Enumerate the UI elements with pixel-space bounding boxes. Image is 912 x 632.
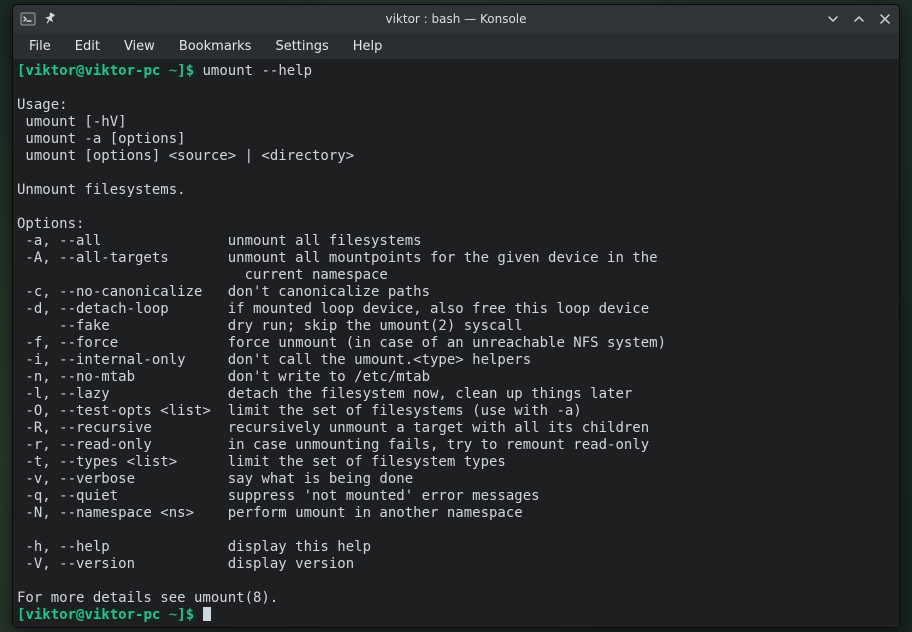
close-button[interactable] (877, 11, 893, 27)
command-output: Usage: umount [-hV] umount -a [options] … (17, 97, 666, 606)
menu-view[interactable]: View (112, 36, 167, 57)
prompt-sigil-2: $ (186, 607, 194, 623)
window-title: viktor : bash — Konsole (13, 12, 899, 26)
prompt-cwd-2: ~ (169, 607, 177, 623)
menu-bookmarks[interactable]: Bookmarks (167, 36, 264, 57)
maximize-button[interactable] (851, 11, 867, 27)
pin-icon[interactable] (43, 12, 57, 26)
command-text: umount --help (203, 63, 313, 79)
prompt-user: viktor (25, 63, 76, 79)
app-terminal-icon (19, 10, 37, 28)
prompt-user-2: viktor (25, 607, 76, 623)
prompt-sep (160, 63, 168, 79)
menu-file[interactable]: File (17, 36, 63, 57)
cursor (203, 607, 211, 621)
prompt-host-2: viktor-pc (84, 607, 160, 623)
prompt-sep-2 (160, 607, 168, 623)
titlebar: viktor : bash — Konsole (13, 5, 899, 33)
prompt-close-bracket: ] (177, 63, 185, 79)
minimize-button[interactable] (825, 11, 841, 27)
menu-edit[interactable]: Edit (63, 36, 112, 57)
prompt-host: viktor-pc (84, 63, 160, 79)
prompt-cwd: ~ (169, 63, 177, 79)
terminal-output[interactable]: [viktor@viktor-pc ~]$ umount --help Usag… (13, 59, 899, 627)
prompt-close-bracket-2: ] (177, 607, 185, 623)
menu-settings[interactable]: Settings (263, 36, 340, 57)
menubar: File Edit View Bookmarks Settings Help (13, 33, 899, 59)
konsole-window: viktor : bash — Konsole File Edit View B… (12, 4, 900, 628)
menu-help[interactable]: Help (341, 36, 395, 57)
prompt-sigil: $ (186, 63, 194, 79)
